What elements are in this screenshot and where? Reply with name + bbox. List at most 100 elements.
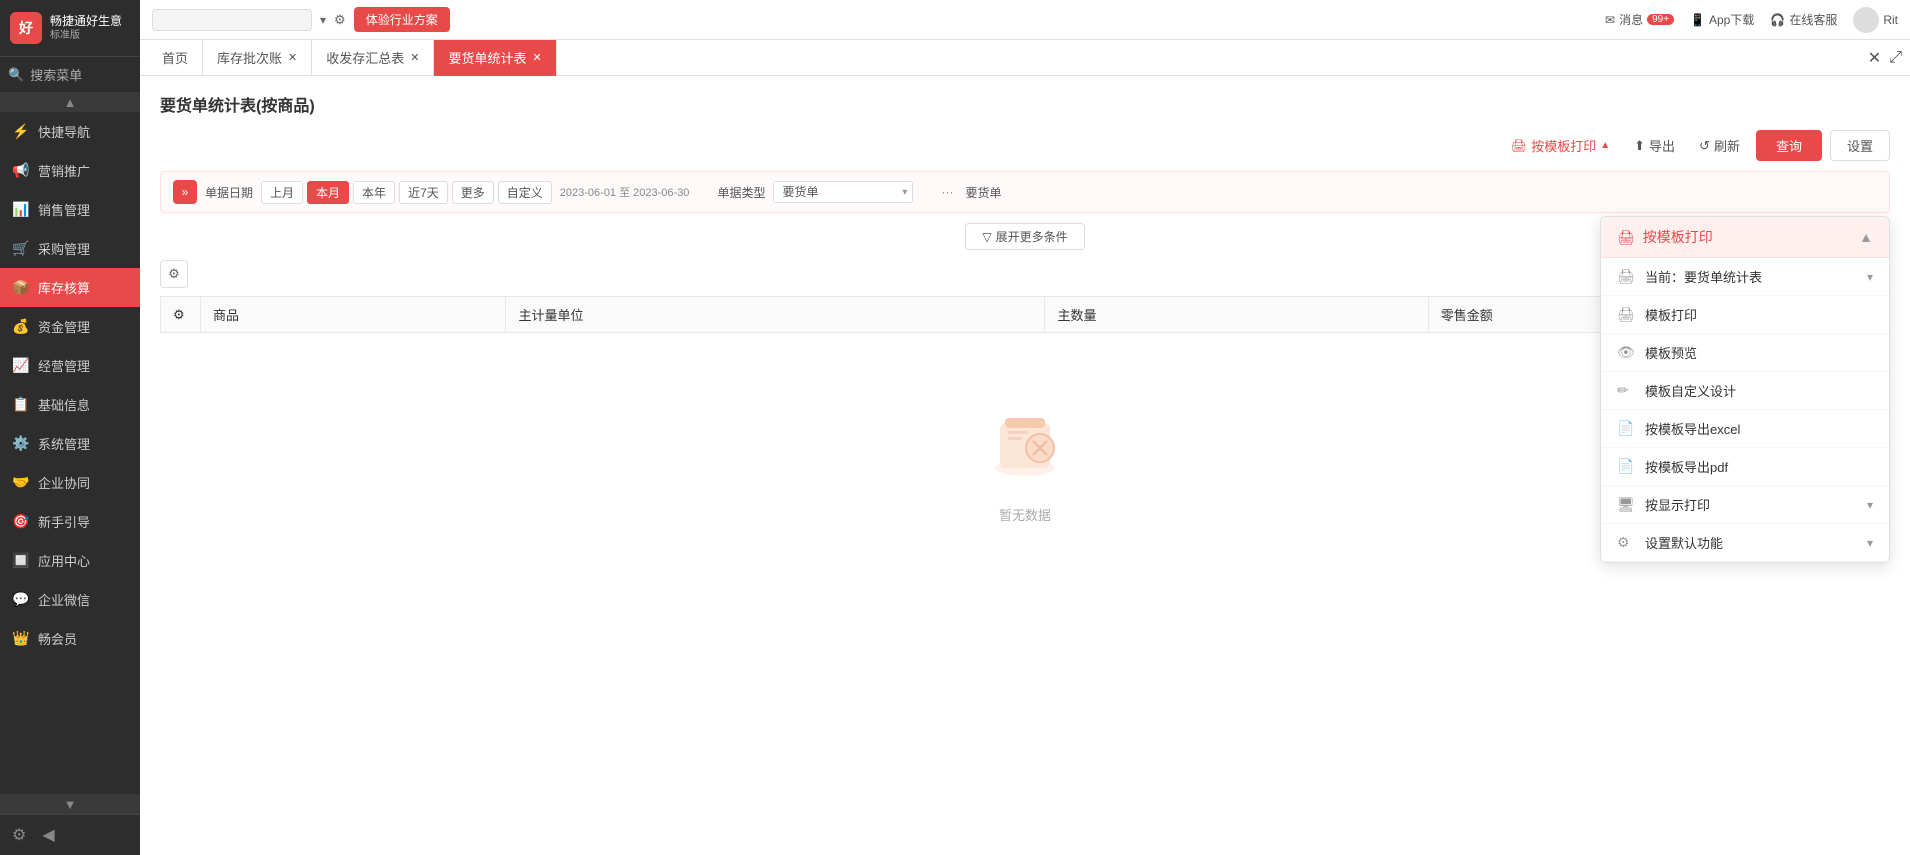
topbar-dropdown-arrow[interactable]: ▾ bbox=[320, 13, 326, 27]
print-display-item[interactable]: 🖥 按显示打印 ▾ bbox=[1601, 486, 1889, 524]
filter-date-this-year[interactable]: 本年 bbox=[353, 181, 395, 204]
collab-icon: 🤝 bbox=[12, 474, 30, 492]
tabs-right-actions: ✕ ⤢ bbox=[1868, 48, 1902, 68]
print-preview-item[interactable]: 👁 模板预览 bbox=[1601, 334, 1889, 372]
sidebar-nav: ⚡ 快捷导航 📢 营销推广 📊 销售管理 🛒 采购管理 📦 库存核算 💰 资金管… bbox=[0, 112, 140, 794]
filter-date-this-month[interactable]: 本月 bbox=[307, 181, 349, 204]
close-tab-receipt-summary[interactable]: ✕ bbox=[410, 51, 419, 64]
sidebar-item-guide[interactable]: 🎯 新手引导 bbox=[0, 502, 140, 541]
col-settings: ⚙ bbox=[161, 297, 201, 333]
close-tab-batch-account[interactable]: ✕ bbox=[288, 51, 297, 64]
quick-nav-icon: ⚡ bbox=[12, 123, 30, 141]
filter-bar: » 单据日期 上月 本月 本年 近7天 更多 自定义 2023-06-01 至 … bbox=[160, 171, 1890, 213]
display-print-expand: ▾ bbox=[1867, 498, 1873, 512]
filter-date-7days[interactable]: 近7天 bbox=[399, 181, 448, 204]
sidebar-item-basic[interactable]: 📋 基础信息 bbox=[0, 385, 140, 424]
message-icon: ✉ bbox=[1605, 13, 1615, 27]
expand-conditions-button[interactable]: ▽ 展开更多条件 bbox=[965, 223, 1084, 250]
sidebar-item-finance[interactable]: 💰 资金管理 bbox=[0, 307, 140, 346]
message-button[interactable]: ✉ 消息 99+ bbox=[1605, 11, 1674, 28]
refresh-button[interactable]: ↺ 刷新 bbox=[1691, 132, 1748, 159]
logo-text: 畅捷通好生意 标准版 bbox=[50, 14, 122, 43]
sidebar: 好 畅捷通好生意 标准版 🔍 搜索菜单 ▲ ⚡ 快捷导航 📢 营销推广 📊 销售… bbox=[0, 0, 140, 855]
operation-icon: 📈 bbox=[12, 357, 30, 375]
query-button[interactable]: 查询 bbox=[1756, 130, 1822, 161]
expand-icon: ▽ bbox=[982, 230, 991, 244]
trial-button[interactable]: 体验行业方案 bbox=[354, 7, 450, 32]
col-product: 商品 bbox=[201, 297, 506, 333]
tab-order-summary[interactable]: 要货单统计表 ✕ bbox=[434, 40, 556, 76]
template-design-icon: ✏ bbox=[1617, 382, 1635, 399]
app-download-button[interactable]: 📱 App下载 bbox=[1690, 11, 1754, 28]
filter-type-select-wrap: 要货单 bbox=[773, 181, 913, 203]
print-dropdown-header: 🖨 按模板打印 ▲ bbox=[1601, 217, 1889, 258]
user-avatar[interactable]: Rit bbox=[1853, 7, 1898, 33]
marketing-icon: 📢 bbox=[12, 162, 30, 180]
print-dropdown-close[interactable]: ▲ bbox=[1859, 229, 1873, 245]
finance-icon: 💰 bbox=[12, 318, 30, 336]
current-template-expand: ▾ bbox=[1867, 270, 1873, 284]
template-preview-icon: 👁 bbox=[1617, 344, 1635, 361]
topbar-search-input[interactable] bbox=[152, 9, 312, 31]
logo-icon: 好 bbox=[10, 12, 42, 44]
print-design-item[interactable]: ✏ 模板自定义设计 bbox=[1601, 372, 1889, 410]
sidebar-item-operation[interactable]: 📈 经营管理 bbox=[0, 346, 140, 385]
filter-date-buttons: 上月 本月 本年 近7天 更多 自定义 bbox=[261, 181, 552, 204]
search-menu[interactable]: 🔍 搜索菜单 bbox=[0, 57, 140, 92]
print-export-pdf-item[interactable]: 📄 按模板导出pdf bbox=[1601, 448, 1889, 486]
print-button[interactable]: 🖨 按模板打印 ▲ bbox=[1503, 132, 1618, 159]
sidebar-item-purchase[interactable]: 🛒 采购管理 bbox=[0, 229, 140, 268]
export-button[interactable]: ⬆ 导出 bbox=[1626, 132, 1683, 159]
filter-date-last-month[interactable]: 上月 bbox=[261, 181, 303, 204]
sidebar-scroll-down[interactable]: ▼ bbox=[0, 794, 140, 814]
sidebar-item-collab[interactable]: 🤝 企业协同 bbox=[0, 463, 140, 502]
sidebar-item-sales[interactable]: 📊 销售管理 bbox=[0, 190, 140, 229]
sidebar-item-quick-nav[interactable]: ⚡ 快捷导航 bbox=[0, 112, 140, 151]
sidebar-scroll-up[interactable]: ▲ bbox=[0, 92, 140, 112]
print-expand-icon: ▲ bbox=[1600, 140, 1610, 151]
guide-icon: 🎯 bbox=[12, 513, 30, 531]
filter-date-custom[interactable]: 自定义 bbox=[498, 181, 552, 204]
sidebar-item-inventory[interactable]: 📦 库存核算 bbox=[0, 268, 140, 307]
apps-icon: 🔲 bbox=[12, 552, 30, 570]
refresh-icon: ↺ bbox=[1699, 138, 1710, 154]
sidebar-item-system[interactable]: ⚙️ 系统管理 bbox=[0, 424, 140, 463]
toggle-icon[interactable]: ◀ bbox=[42, 825, 54, 845]
close-tab-order-summary[interactable]: ✕ bbox=[533, 51, 542, 64]
basic-icon: 📋 bbox=[12, 396, 30, 414]
column-settings-button[interactable]: ⚙ bbox=[160, 260, 188, 288]
sidebar-item-wechat[interactable]: 💬 企业微信 bbox=[0, 580, 140, 619]
tab-receipt-summary[interactable]: 收发存汇总表 ✕ bbox=[312, 40, 434, 76]
sidebar-item-marketing[interactable]: 📢 营销推广 bbox=[0, 151, 140, 190]
sidebar-item-apps[interactable]: 🔲 应用中心 bbox=[0, 541, 140, 580]
member-icon: 👑 bbox=[12, 630, 30, 648]
sidebar-item-member[interactable]: 👑 畅会员 bbox=[0, 619, 140, 658]
tab-batch-account[interactable]: 库存批次账 ✕ bbox=[203, 40, 312, 76]
col-unit: 主计量单位 bbox=[506, 297, 1045, 333]
filter-type-select[interactable]: 要货单 bbox=[773, 181, 913, 203]
sales-icon: 📊 bbox=[12, 201, 30, 219]
close-all-tabs-button[interactable]: ✕ bbox=[1868, 48, 1881, 68]
purchase-icon: 🛒 bbox=[12, 240, 30, 258]
display-print-icon: 🖥 bbox=[1617, 496, 1635, 513]
empty-text: 暂无数据 bbox=[999, 505, 1051, 524]
print-current-item[interactable]: 🖨 当前：要货单统计表 ▾ bbox=[1601, 258, 1889, 296]
export-icon: ⬆ bbox=[1634, 138, 1645, 154]
filter-date-more[interactable]: 更多 bbox=[452, 181, 494, 204]
filter-expand-button[interactable]: » bbox=[173, 180, 197, 204]
online-service-button[interactable]: 🎧 在线客服 bbox=[1770, 11, 1837, 28]
main-area: ▾ ⚙ 体验行业方案 ✉ 消息 99+ 📱 App下载 🎧 在线客服 Rit bbox=[140, 0, 1910, 855]
tab-bar: 首页 库存批次账 ✕ 收发存汇总表 ✕ 要货单统计表 ✕ ✕ ⤢ bbox=[140, 40, 1910, 76]
settings-icon[interactable]: ⚙ bbox=[12, 825, 26, 845]
empty-icon bbox=[975, 393, 1075, 493]
tab-home[interactable]: 首页 bbox=[148, 40, 203, 76]
print-export-excel-item[interactable]: 📄 按模板导出excel bbox=[1601, 410, 1889, 448]
app-logo: 好 畅捷通好生意 标准版 bbox=[0, 0, 140, 57]
print-default-item[interactable]: ⚙ 设置默认功能 ▾ bbox=[1601, 524, 1889, 562]
default-function-icon: ⚙ bbox=[1617, 534, 1635, 551]
print-dropdown: 🖨 按模板打印 ▲ 🖨 当前：要货单统计表 ▾ 🖨 模板打印 👁 模板预览 bbox=[1600, 216, 1890, 563]
settings-button[interactable]: 设置 bbox=[1830, 130, 1890, 161]
maximize-button[interactable]: ⤢ bbox=[1889, 49, 1902, 67]
print-template-item[interactable]: 🖨 模板打印 bbox=[1601, 296, 1889, 334]
topbar-gear-icon[interactable]: ⚙ bbox=[334, 12, 346, 28]
